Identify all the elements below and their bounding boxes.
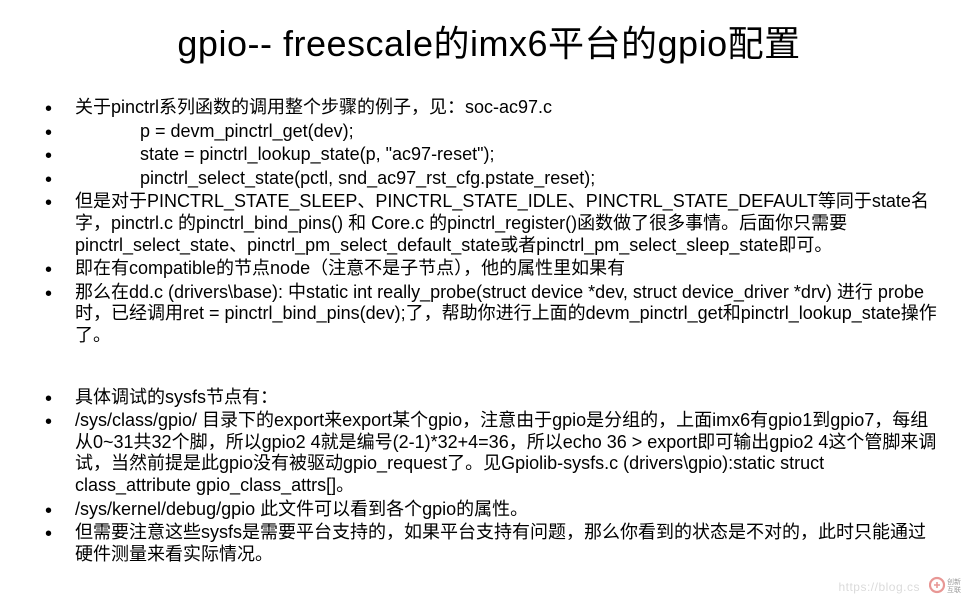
list-item-code: p = devm_pinctrl_get(dev); — [45, 121, 943, 143]
list-item: 那么在dd.c (drivers\base): 中static int real… — [45, 282, 943, 347]
bullet-list: 具体调试的sysfs节点有： /sys/class/gpio/ 目录下的expo… — [45, 387, 943, 566]
spacer — [45, 349, 943, 387]
list-item: /sys/kernel/debug/gpio 此文件可以看到各个gpio的属性。 — [45, 499, 943, 521]
list-item: 具体调试的sysfs节点有： — [45, 387, 943, 409]
slide-content: 关于pinctrl系列函数的调用整个步骤的例子，见：soc-ac97.c p =… — [35, 97, 943, 565]
bullet-list: 关于pinctrl系列函数的调用整个步骤的例子，见：soc-ac97.c p =… — [45, 97, 943, 347]
slide-container: gpio-- freescale的imx6平台的gpio配置 关于pinctrl… — [0, 0, 978, 577]
list-item: 但是对于PINCTRL_STATE_SLEEP、PINCTRL_STATE_ID… — [45, 191, 943, 256]
watermark-url: https://blog.cs — [838, 580, 920, 594]
list-item: 但需要注意这些sysfs是需要平台支持的，如果平台支持有问题，那么你看到的状态是… — [45, 522, 943, 565]
list-item-code: state = pinctrl_lookup_state(p, "ac97-re… — [45, 144, 943, 166]
watermark-logo-icon: 创新 互联 — [928, 574, 974, 596]
list-item: /sys/class/gpio/ 目录下的export来export某个gpio… — [45, 410, 943, 496]
slide-title: gpio-- freescale的imx6平台的gpio配置 — [35, 15, 943, 67]
list-item-code: pinctrl_select_state(pctl, snd_ac97_rst_… — [45, 168, 943, 190]
list-item: 即在有compatible的节点node（注意不是子节点），他的属性里如果有 — [45, 258, 943, 280]
svg-text:互联: 互联 — [947, 585, 961, 594]
list-item: 关于pinctrl系列函数的调用整个步骤的例子，见：soc-ac97.c — [45, 97, 943, 119]
svg-text:创新: 创新 — [947, 577, 961, 586]
